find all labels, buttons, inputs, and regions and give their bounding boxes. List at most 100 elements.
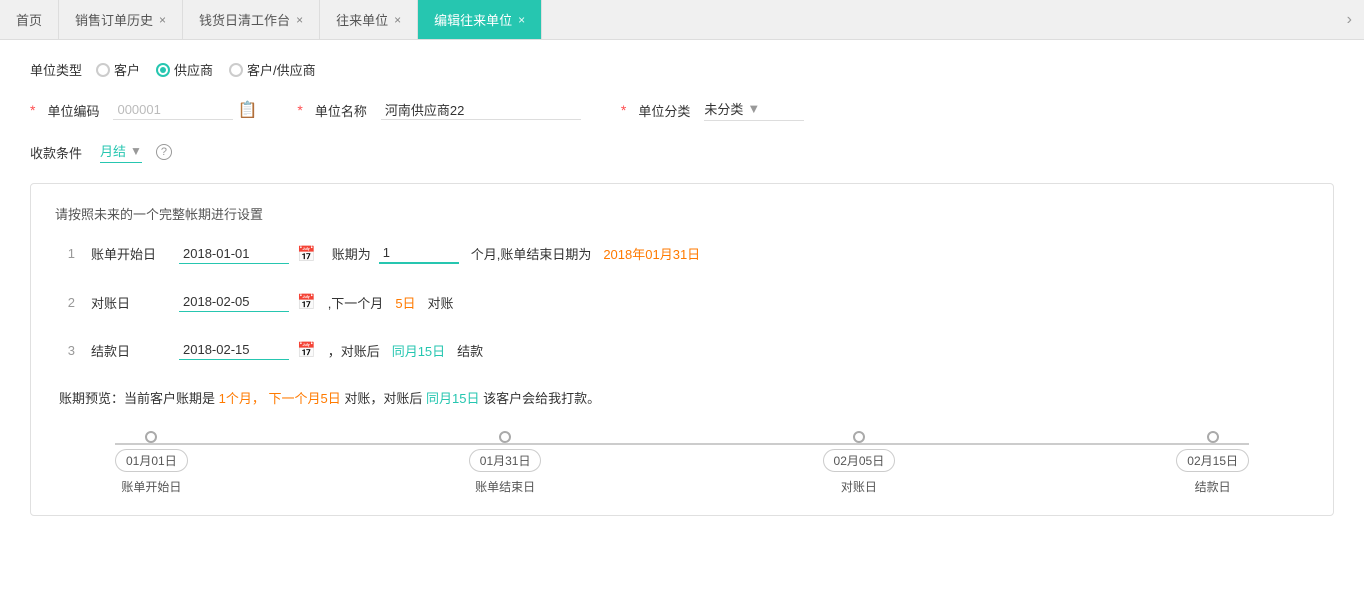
- row-3-key: 结款日: [91, 341, 171, 360]
- radio-supplier-circle: [156, 63, 170, 77]
- tab-home[interactable]: 首页: [0, 0, 59, 39]
- preview-part4: 同月15日: [426, 391, 479, 406]
- row-1-cal-icon[interactable]: 📅: [297, 245, 316, 263]
- row-3-highlight: 同月15日: [392, 341, 445, 360]
- unit-class-label: 单位分类: [638, 101, 690, 120]
- tab-edit-partner-close[interactable]: ×: [518, 14, 525, 26]
- radio-supplier-label: 供应商: [174, 60, 213, 79]
- row-1-period-input[interactable]: [379, 243, 459, 264]
- radio-both[interactable]: 客户/供应商: [229, 60, 316, 79]
- radio-both-label: 客户/供应商: [247, 60, 316, 79]
- timeline-dot-2: [499, 431, 511, 443]
- payment-help-icon[interactable]: ?: [156, 144, 172, 160]
- row-1-mid-label: 账期为: [332, 244, 371, 263]
- tab-cash-work[interactable]: 钱货日清工作台 ×: [183, 0, 320, 39]
- timeline-point-2: 01月31日 账单结束日: [469, 431, 542, 495]
- payment-select[interactable]: 月结 ▼: [100, 141, 142, 163]
- card-row-1: 1 账单开始日 📅 账期为 个月,账单结束日期为 2018年01月31日: [55, 243, 1309, 264]
- radio-customer-label: 客户: [114, 60, 140, 79]
- tab-sales-history-close[interactable]: ×: [159, 14, 166, 26]
- timeline: 01月01日 账单开始日 01月31日 账单结束日 02月05日 对账日: [55, 431, 1309, 495]
- payment-label: 收款条件: [30, 143, 82, 162]
- row-2-highlight: 5日: [395, 293, 415, 312]
- preview-part3: 对账，对账后: [344, 391, 422, 406]
- tab-bar: 首页 销售订单历史 × 钱货日清工作台 × 往来单位 × 编辑往来单位 × ›: [0, 0, 1364, 40]
- tab-cash-work-close[interactable]: ×: [296, 14, 303, 26]
- timeline-date-1: 01月01日: [115, 449, 188, 472]
- timeline-date-2: 01月31日: [469, 449, 542, 472]
- page-content: 单位类型 客户 供应商 客户/供应商 * 单位编码 📋 * 单位名称: [0, 40, 1364, 608]
- unit-info-row: * 单位编码 📋 * 单位名称 * 单位分类 未分类 ▼: [30, 99, 1334, 121]
- radio-supplier[interactable]: 供应商: [156, 60, 213, 79]
- radio-customer-circle: [96, 63, 110, 77]
- timeline-date-4: 02月15日: [1176, 449, 1249, 472]
- card-title: 请按照未来的一个完整帐期进行设置: [55, 204, 1309, 223]
- unit-class-value: 未分类: [704, 99, 743, 118]
- row-3-suffix-prefix: ，对账后: [328, 341, 380, 360]
- unit-code-star: *: [30, 102, 35, 118]
- row-3-date-input[interactable]: [179, 340, 289, 360]
- timeline-label-4: 结款日: [1195, 478, 1231, 495]
- timeline-point-4: 02月15日 结款日: [1176, 431, 1249, 495]
- tab-edit-partner[interactable]: 编辑往来单位 ×: [418, 0, 542, 39]
- row-3-num: 3: [55, 343, 75, 358]
- unit-name-field: [381, 100, 581, 120]
- card-row-2: 2 对账日 📅 ,下一个月 5日 对账: [55, 292, 1309, 312]
- unit-type-row: 单位类型 客户 供应商 客户/供应商: [30, 60, 1334, 79]
- preview-part1: 1个月，: [219, 391, 265, 406]
- timeline-dot-3: [853, 431, 865, 443]
- row-2-date-input[interactable]: [179, 292, 289, 312]
- row-2-suffix-end: 对账: [428, 293, 454, 312]
- preview-label: 账期预览：当前客户账期是: [59, 391, 215, 406]
- preview-part5: 该客户会给我打款。: [483, 391, 600, 406]
- row-2-key: 对账日: [91, 293, 171, 312]
- preview-row: 账期预览：当前客户账期是 1个月， 下一个月5日 对账，对账后 同月15日 该客…: [55, 388, 1309, 407]
- unit-name-star: *: [297, 102, 302, 118]
- unit-code-icon[interactable]: 📋: [237, 100, 257, 120]
- row-3-cal-icon[interactable]: 📅: [297, 341, 316, 359]
- payment-select-arrow: ▼: [130, 144, 142, 158]
- tab-edit-partner-label: 编辑往来单位: [434, 10, 512, 29]
- radio-both-circle: [229, 63, 243, 77]
- unit-class-field[interactable]: 未分类 ▼: [704, 99, 804, 121]
- unit-code-input[interactable]: [113, 100, 233, 120]
- row-2-cal-icon[interactable]: 📅: [297, 293, 316, 311]
- row-1-period-end: 2018年01月31日: [603, 244, 700, 263]
- tab-partner-label: 往来单位: [336, 10, 388, 29]
- unit-class-dropdown-arrow[interactable]: ▼: [747, 101, 760, 116]
- card-row-3: 3 结款日 📅 ，对账后 同月15日 结款: [55, 340, 1309, 360]
- tab-sales-history[interactable]: 销售订单历史 ×: [59, 0, 183, 39]
- card-section: 请按照未来的一个完整帐期进行设置 1 账单开始日 📅 账期为 个月,账单结束日期…: [30, 183, 1334, 516]
- payment-row: 收款条件 月结 ▼ ?: [30, 141, 1334, 163]
- timeline-point-1: 01月01日 账单开始日: [115, 431, 188, 495]
- row-1-num: 1: [55, 246, 75, 261]
- timeline-label-2: 账单结束日: [475, 478, 535, 495]
- row-2-suffix-prefix: ,下一个月: [328, 293, 384, 312]
- tab-partner[interactable]: 往来单位 ×: [320, 0, 418, 39]
- unit-name-label: 单位名称: [315, 101, 367, 120]
- timeline-label-3: 对账日: [841, 478, 877, 495]
- row-1-date-input[interactable]: [179, 244, 289, 264]
- payment-select-value: 月结: [100, 141, 126, 160]
- row-2-num: 2: [55, 295, 75, 310]
- unit-code-field: 📋: [113, 100, 257, 120]
- timeline-track: 01月01日 账单开始日 01月31日 账单结束日 02月05日 对账日: [115, 431, 1249, 495]
- row-3-suffix-end: 结款: [457, 341, 483, 360]
- tab-cash-work-label: 钱货日清工作台: [199, 10, 290, 29]
- radio-customer[interactable]: 客户: [96, 60, 140, 79]
- timeline-dot-4: [1207, 431, 1219, 443]
- timeline-point-3: 02月05日 对账日: [823, 431, 896, 495]
- timeline-label-1: 账单开始日: [121, 478, 181, 495]
- unit-name-input[interactable]: [381, 100, 581, 120]
- tab-scroll-arrow[interactable]: ›: [1335, 0, 1364, 39]
- unit-type-label: 单位类型: [30, 60, 82, 79]
- radio-group: 客户 供应商 客户/供应商: [96, 60, 316, 79]
- tab-sales-history-label: 销售订单历史: [75, 10, 153, 29]
- unit-code-label: 单位编码: [47, 101, 99, 120]
- tab-home-label: 首页: [16, 10, 42, 29]
- row-1-key: 账单开始日: [91, 244, 171, 263]
- timeline-date-3: 02月05日: [823, 449, 896, 472]
- preview-part2: 下一个月5日: [269, 391, 341, 406]
- timeline-dot-1: [145, 431, 157, 443]
- tab-partner-close[interactable]: ×: [394, 14, 401, 26]
